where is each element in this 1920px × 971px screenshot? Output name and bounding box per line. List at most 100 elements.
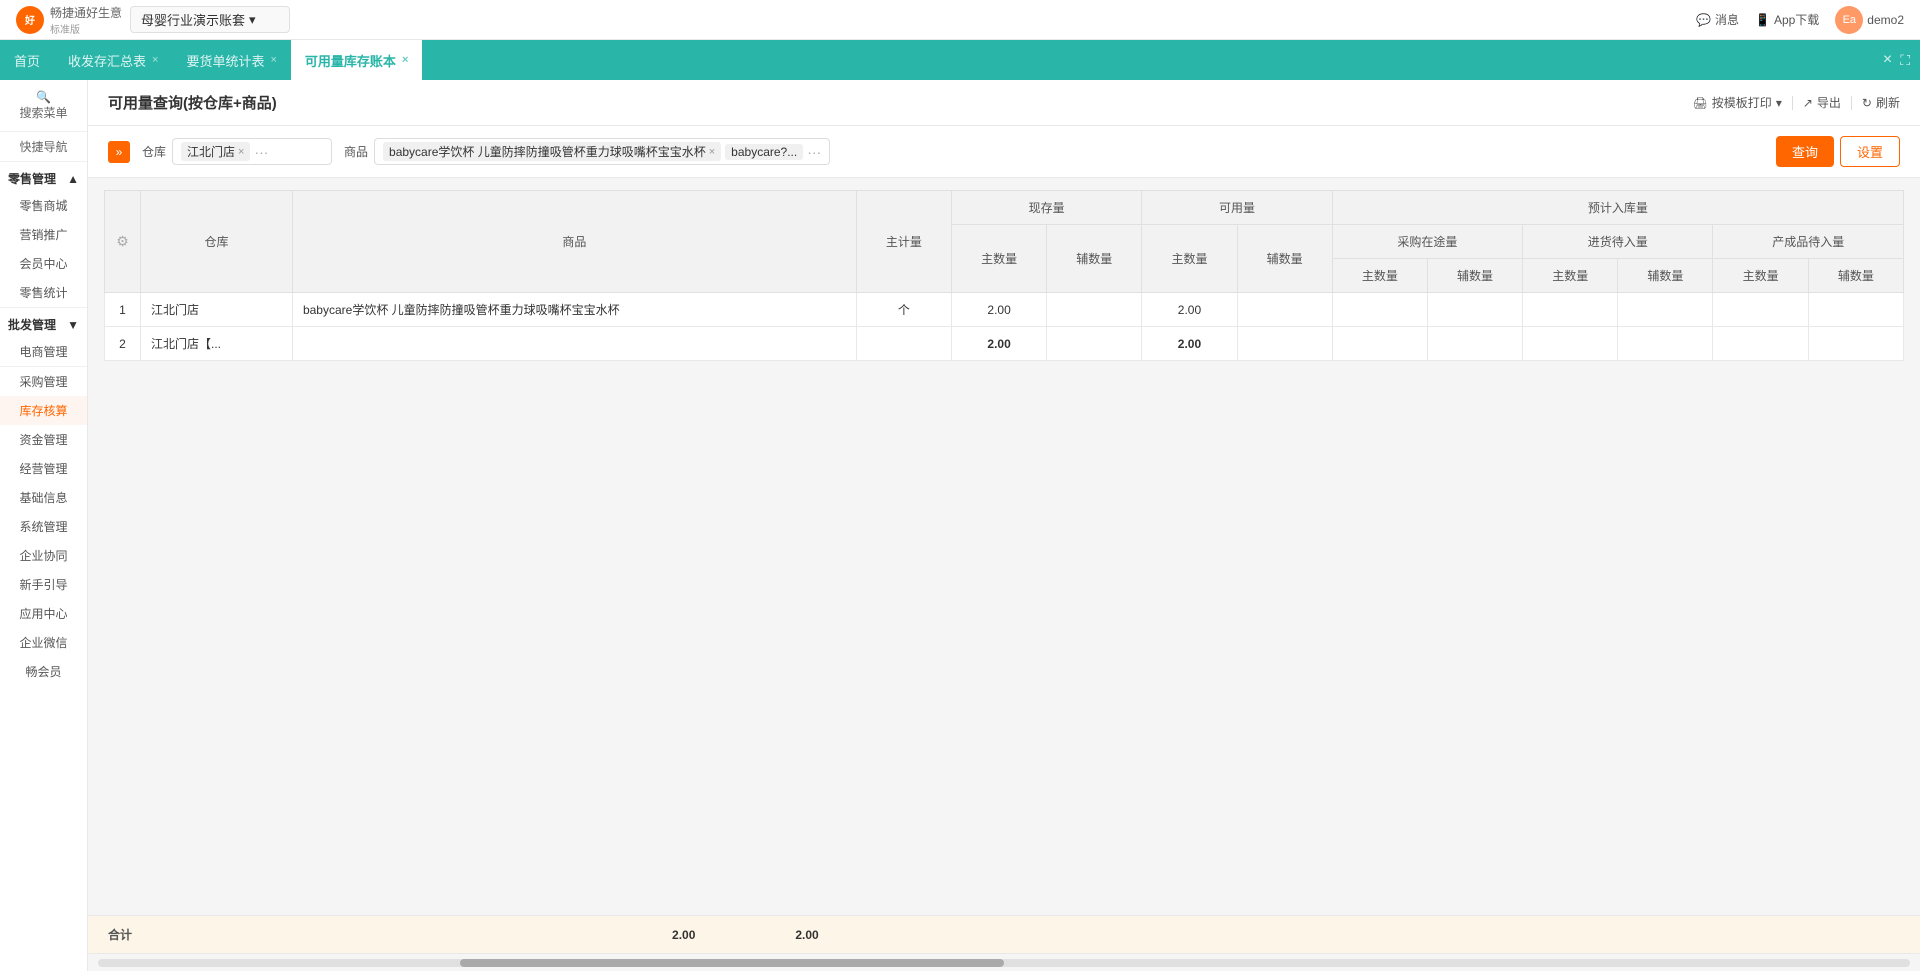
row-2-avail-aux bbox=[1237, 327, 1332, 361]
query-button[interactable]: 查询 bbox=[1776, 136, 1834, 167]
nav-close-icon[interactable]: × bbox=[1883, 51, 1892, 69]
top-bar-left: 好 畅捷通好生意 标准版 母婴行业演示账套 ▾ bbox=[16, 4, 290, 36]
sidebar-quick-nav[interactable]: 快捷导航 bbox=[0, 132, 87, 162]
scroll-thumb[interactable] bbox=[460, 959, 1004, 967]
finished-main-header: 主数量 bbox=[1713, 259, 1808, 293]
product-label: 商品 bbox=[344, 143, 368, 160]
tab-home[interactable]: 首页 bbox=[0, 40, 54, 80]
sidebar-item-basic[interactable]: 基础信息 bbox=[0, 483, 87, 512]
user-initial: Ea bbox=[1843, 14, 1856, 26]
row-1-stock-main: 2.00 bbox=[951, 293, 1046, 327]
current-stock-header: 现存量 bbox=[951, 191, 1141, 225]
sidebar-group-wholesale-title[interactable]: 批发管理 ▼ bbox=[0, 308, 87, 337]
filter-expand-btn[interactable]: » bbox=[108, 141, 130, 163]
product-col-header: 商品 bbox=[292, 191, 856, 293]
logo-area: 好 畅捷通好生意 标准版 bbox=[16, 4, 122, 36]
export-icon: ↗ bbox=[1803, 96, 1813, 110]
sidebar-item-newbie[interactable]: 新手引导 bbox=[0, 570, 87, 599]
row-2-avail-main: 2.00 bbox=[1142, 327, 1237, 361]
sidebar-item-ecommerce[interactable]: 电商管理 bbox=[0, 337, 87, 366]
product-tag-1-remove[interactable]: × bbox=[709, 146, 715, 158]
tab-income-summary-close[interactable]: × bbox=[152, 54, 158, 66]
product-tag-2: babycare?... bbox=[725, 144, 803, 160]
row-2-product bbox=[292, 327, 856, 361]
refresh-label: 刷新 bbox=[1876, 94, 1900, 111]
goods-pending-header: 进货待入量 bbox=[1523, 225, 1713, 259]
download-label: App下载 bbox=[1774, 11, 1819, 28]
table-wrapper: ⚙ 仓库 商品 主计量 现存量 可用量 预计入库量 主数量 辅数量 主数量 辅数… bbox=[88, 178, 1920, 915]
finished-pending-header: 产成品待入量 bbox=[1713, 225, 1904, 259]
download-action[interactable]: 📱 App下载 bbox=[1755, 11, 1819, 28]
warehouse-tag-remove[interactable]: × bbox=[238, 146, 244, 158]
warehouse-input[interactable]: 江北门店 × ··· bbox=[172, 138, 332, 165]
company-selector[interactable]: 母婴行业演示账套 ▾ bbox=[130, 6, 290, 33]
data-table: ⚙ 仓库 商品 主计量 现存量 可用量 预计入库量 主数量 辅数量 主数量 辅数… bbox=[104, 190, 1904, 361]
setting-button[interactable]: 设置 bbox=[1840, 136, 1900, 167]
print-btn[interactable]: 🖨 按模板打印 ▾ bbox=[1693, 94, 1782, 111]
sidebar-item-retail-stats[interactable]: 零售统计 bbox=[0, 278, 87, 307]
row-1-product: babycare学饮杯 儿童防摔防撞吸管杯重力球吸嘴杯宝宝水杯 bbox=[292, 293, 856, 327]
sidebar-item-finance[interactable]: 资金管理 bbox=[0, 425, 87, 454]
sidebar-item-purchase[interactable]: 采购管理 bbox=[0, 367, 87, 396]
content-area: 可用量查询(按仓库+商品) 🖨 按模板打印 ▾ ↗ 导出 ↻ 刷新 bbox=[88, 80, 1920, 971]
tab-order-stats-label: 要货单统计表 bbox=[186, 51, 264, 70]
tab-available-inventory[interactable]: 可用量库存账本 × bbox=[291, 40, 422, 80]
warehouse-col-header: 仓库 bbox=[141, 191, 293, 293]
logo-text-group: 畅捷通好生意 标准版 bbox=[50, 4, 122, 36]
product-tag-1: babycare学饮杯 儿童防摔防撞吸管杯重力球吸嘴杯宝宝水杯 × bbox=[383, 142, 721, 161]
tab-available-inventory-close[interactable]: × bbox=[402, 54, 408, 66]
sidebar-search[interactable]: 🔍 搜索菜单 bbox=[0, 80, 87, 132]
sidebar-item-marketing[interactable]: 营销推广 bbox=[0, 220, 87, 249]
warehouse-more-icon[interactable]: ··· bbox=[254, 144, 268, 160]
nav-tabs-bar: 首页 收发存汇总表 × 要货单统计表 × 可用量库存账本 × × ⛶ bbox=[0, 40, 1920, 80]
sidebar-item-enterprise[interactable]: 企业协同 bbox=[0, 541, 87, 570]
sidebar-item-retail-mall[interactable]: 零售商城 bbox=[0, 191, 87, 220]
row-2-index: 2 bbox=[105, 327, 141, 361]
sidebar-group-retail-title[interactable]: 零售管理 ▲ bbox=[0, 162, 87, 191]
export-btn[interactable]: ↗ 导出 bbox=[1803, 94, 1841, 111]
product-more-icon[interactable]: ··· bbox=[807, 144, 821, 160]
sidebar-item-system[interactable]: 系统管理 bbox=[0, 512, 87, 541]
export-label: 导出 bbox=[1817, 94, 1841, 111]
scroll-track[interactable] bbox=[98, 959, 1910, 967]
sidebar-item-inventory[interactable]: 库存核算 bbox=[0, 396, 87, 425]
page-header: 可用量查询(按仓库+商品) 🖨 按模板打印 ▾ ↗ 导出 ↻ 刷新 bbox=[88, 80, 1920, 126]
tab-order-stats[interactable]: 要货单统计表 × bbox=[172, 40, 290, 80]
row-2-goods-main bbox=[1523, 327, 1618, 361]
sidebar-item-members[interactable]: 会员中心 bbox=[0, 249, 87, 278]
finished-aux-header: 辅数量 bbox=[1808, 259, 1903, 293]
gear-header[interactable]: ⚙ bbox=[105, 191, 141, 293]
sidebar-item-wechat[interactable]: 企业微信 bbox=[0, 628, 87, 657]
table-row: 1 江北门店 babycare学饮杯 儿童防摔防撞吸管杯重力球吸嘴杯宝宝水杯 个… bbox=[105, 293, 1904, 327]
product-filter-group: 商品 babycare学饮杯 儿童防摔防撞吸管杯重力球吸嘴杯宝宝水杯 × bab… bbox=[344, 138, 830, 165]
download-icon: 📱 bbox=[1755, 13, 1770, 27]
sidebar-group-retail-label: 零售管理 bbox=[8, 170, 56, 187]
row-1-fin-aux bbox=[1808, 293, 1903, 327]
tab-income-summary[interactable]: 收发存汇总表 × bbox=[54, 40, 172, 80]
row-1-index: 1 bbox=[105, 293, 141, 327]
nav-fullscreen-icon[interactable]: ⛶ bbox=[1900, 52, 1910, 69]
print-chevron-icon: ▾ bbox=[1776, 96, 1782, 110]
row-2-stock-main: 2.00 bbox=[951, 327, 1046, 361]
sidebar-item-app-center[interactable]: 应用中心 bbox=[0, 599, 87, 628]
goods-aux-header: 辅数量 bbox=[1618, 259, 1713, 293]
avail-main-header: 主数量 bbox=[1142, 225, 1237, 293]
refresh-btn[interactable]: ↻ 刷新 bbox=[1862, 94, 1900, 111]
row-1-warehouse: 江北门店 bbox=[141, 293, 293, 327]
divider-2 bbox=[1851, 96, 1852, 110]
top-bar-right: 💬 消息 📱 App下载 Ea demo2 bbox=[1696, 6, 1904, 34]
product-input[interactable]: babycare学饮杯 儿童防摔防撞吸管杯重力球吸嘴杯宝宝水杯 × babyca… bbox=[374, 138, 830, 165]
scroll-bar-area[interactable] bbox=[88, 953, 1920, 971]
tab-income-summary-label: 收发存汇总表 bbox=[68, 51, 146, 70]
user-action[interactable]: Ea demo2 bbox=[1835, 6, 1904, 34]
sidebar-item-operations[interactable]: 经营管理 bbox=[0, 454, 87, 483]
footer-available-main: 2.00 bbox=[795, 928, 818, 942]
product-tag-1-text: babycare学饮杯 儿童防摔防撞吸管杯重力球吸嘴杯宝宝水杯 bbox=[389, 143, 706, 160]
row-2-stock-aux bbox=[1047, 327, 1142, 361]
product-tag-2-text: babycare?... bbox=[731, 145, 797, 159]
message-action[interactable]: 💬 消息 bbox=[1696, 11, 1739, 28]
avail-aux-header: 辅数量 bbox=[1237, 225, 1332, 293]
tab-order-stats-close[interactable]: × bbox=[270, 54, 276, 66]
sidebar-item-member[interactable]: 畅会员 bbox=[0, 657, 87, 686]
purchase-main-header: 主数量 bbox=[1332, 259, 1427, 293]
